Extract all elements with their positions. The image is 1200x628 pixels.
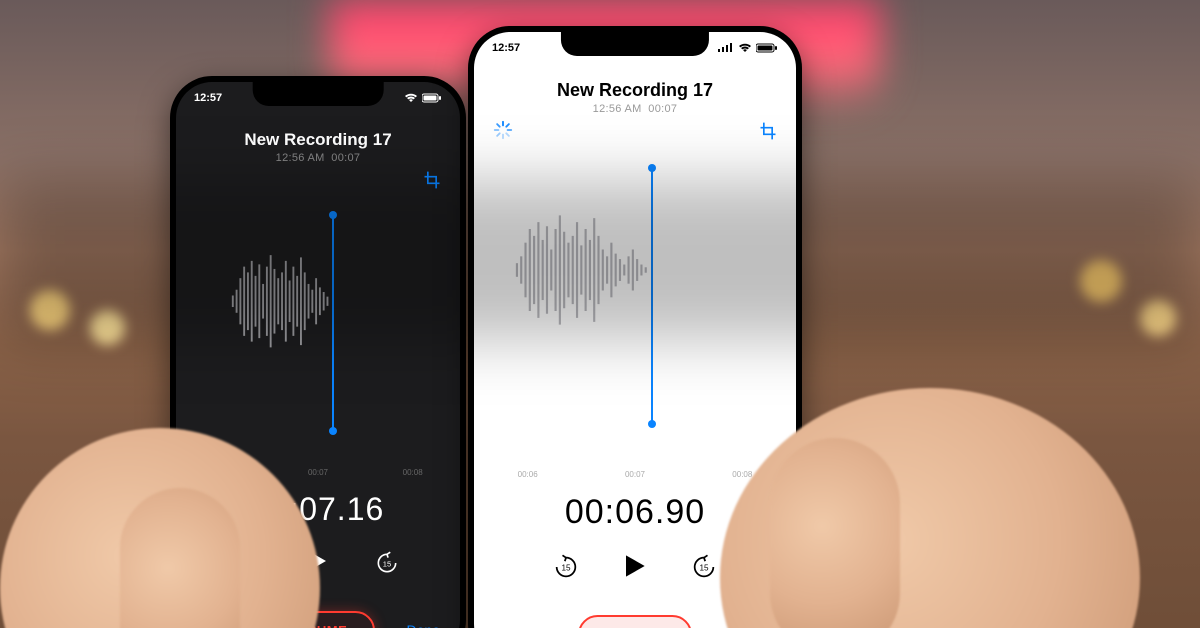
loading-spinner-icon (492, 119, 514, 141)
elapsed-time: 00:06.90 (565, 493, 705, 532)
bokeh-light (90, 310, 125, 345)
recording-meta: 12:56 AM 00:07 (276, 152, 361, 164)
svg-text:15: 15 (699, 564, 709, 573)
recording-meta: 12:56 AM 00:07 (593, 103, 678, 115)
playhead[interactable] (332, 215, 334, 431)
wifi-icon (738, 43, 752, 53)
recording-title[interactable]: New Recording 17 (244, 130, 391, 150)
battery-icon (422, 93, 442, 103)
status-time: 12:57 (194, 92, 222, 104)
done-button[interactable]: Done (407, 622, 440, 628)
status-time: 12:57 (492, 42, 520, 54)
bokeh-light (30, 290, 70, 330)
waveform (176, 232, 460, 371)
thumb-left (120, 488, 240, 628)
notch (561, 32, 709, 56)
status-indicators (404, 93, 442, 103)
resume-button[interactable]: RESUME (578, 615, 693, 628)
time-ruler: 00:06 00:07 00:08 (474, 470, 796, 479)
thumb-right (770, 438, 900, 628)
scene-background: 12:57 New Recording 17 12:56 AM 00:07 (0, 0, 1200, 628)
waveform-area[interactable]: 00:06 00:07 00:08 (474, 155, 796, 483)
skip-back-button[interactable]: 15 (552, 553, 580, 581)
skip-forward-button[interactable]: 15 (690, 553, 718, 581)
svg-text:15: 15 (561, 564, 571, 573)
bokeh-light (1140, 300, 1176, 336)
waveform (474, 188, 796, 352)
recording-title[interactable]: New Recording 17 (557, 80, 713, 101)
play-button[interactable] (618, 550, 652, 584)
crop-icon[interactable] (758, 121, 778, 141)
playback-controls: 15 15 (552, 550, 718, 584)
signal-icon (718, 43, 734, 53)
status-indicators (718, 43, 778, 53)
bokeh-light (1080, 260, 1122, 302)
notch (253, 82, 384, 106)
battery-icon (756, 43, 778, 53)
crop-icon[interactable] (422, 170, 442, 190)
svg-text:15: 15 (383, 559, 391, 568)
wifi-icon (404, 93, 418, 103)
skip-forward-button[interactable]: 15 (373, 549, 401, 577)
playhead[interactable] (651, 168, 653, 424)
